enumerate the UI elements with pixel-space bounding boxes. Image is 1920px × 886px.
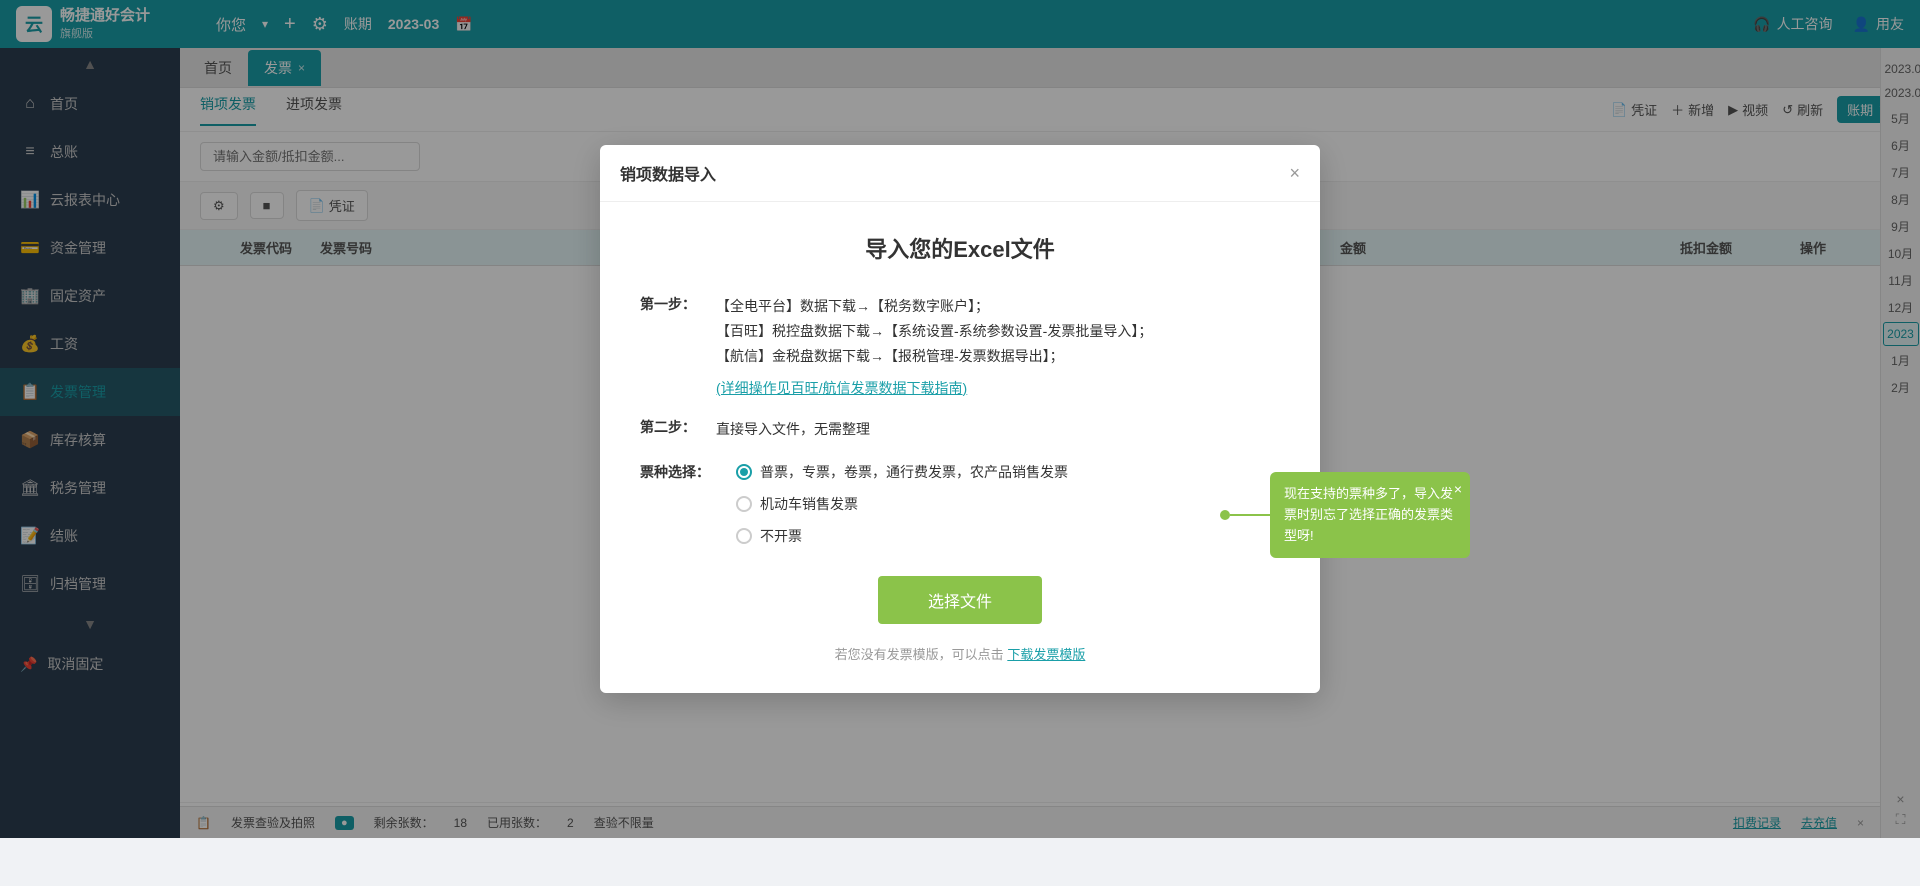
radio-general-circle (736, 464, 752, 480)
step1-line3: 【航信】金税盘数据下载→【报税管理-发票数据导出】； (716, 344, 1152, 369)
download-tip-text: 若您没有发票模版，可以点击 (835, 647, 1004, 662)
radio-noticket-circle (736, 528, 752, 544)
modal-main-title: 导入您的Excel文件 (640, 232, 1280, 264)
tooltip-anchor: 现在支持的票种多了，导入发票时别忘了选择正确的发票类型呀! × (1220, 472, 1470, 558)
radio-noticket-label: 不开票 (760, 526, 802, 546)
radio-group: 普票，专票，卷票，通行费发票，农产品销售发票 机动车销售发票 不开票 (736, 462, 1068, 546)
ticket-label: 票种选择： (640, 462, 720, 482)
radio-motor[interactable]: 机动车销售发票 (736, 494, 1068, 514)
tooltip-bubble: 现在支持的票种多了，导入发票时别忘了选择正确的发票类型呀! × (1270, 472, 1470, 558)
download-template-link[interactable]: 下载发票模版 (1007, 647, 1085, 662)
radio-general-label: 普票，专票，卷票，通行费发票，农产品销售发票 (760, 462, 1068, 482)
step2-content: 直接导入文件，无需整理 (716, 417, 870, 442)
tooltip-dot (1220, 510, 1230, 520)
ticket-row: 票种选择： 普票，专票，卷票，通行费发票，农产品销售发票 机动车销售发票 不开票 (640, 462, 1280, 546)
tooltip-text: 现在支持的票种多了，导入发票时别忘了选择正确的发票类型呀! (1284, 486, 1453, 543)
step1-line1: 【全电平台】数据下载→【税务数字账户】； (716, 294, 1152, 319)
radio-motor-circle (736, 496, 752, 512)
radio-noticket[interactable]: 不开票 (736, 526, 1068, 546)
download-tip: 若您没有发票模版，可以点击 下载发票模版 (640, 644, 1280, 663)
step1-line2: 【百旺】税控盘数据下载→【系统设置-系统参数设置-发票批量导入】； (716, 319, 1152, 344)
modal-overlay[interactable]: 销项数据导入 × 导入您的Excel文件 第一步： 【全电平台】数据下载→【税务… (0, 0, 1920, 838)
radio-motor-label: 机动车销售发票 (760, 494, 858, 514)
step2-row: 第二步： 直接导入文件，无需整理 (640, 417, 1280, 442)
select-file-label: 选择文件 (928, 594, 992, 611)
step1-label: 第一步： (640, 294, 700, 401)
step1-row: 第一步： 【全电平台】数据下载→【税务数字账户】； 【百旺】税控盘数据下载→【系… (640, 294, 1280, 401)
modal-header: 销项数据导入 × (600, 145, 1320, 202)
tooltip-line (1230, 514, 1270, 516)
step2-label: 第二步： (640, 417, 700, 442)
modal-title: 销项数据导入 (620, 161, 716, 185)
select-file-btn[interactable]: 选择文件 (878, 576, 1042, 624)
step1-content: 【全电平台】数据下载→【税务数字账户】； 【百旺】税控盘数据下载→【系统设置-系… (716, 294, 1152, 401)
radio-general[interactable]: 普票，专票，卷票，通行费发票，农产品销售发票 (736, 462, 1068, 482)
modal-body: 导入您的Excel文件 第一步： 【全电平台】数据下载→【税务数字账户】； 【百… (600, 202, 1320, 693)
import-modal: 销项数据导入 × 导入您的Excel文件 第一步： 【全电平台】数据下载→【税务… (600, 145, 1320, 693)
tooltip-close-btn[interactable]: × (1454, 478, 1462, 500)
modal-close-btn[interactable]: × (1289, 163, 1300, 184)
step1-link[interactable]: (详细操作见百旺/航信发票数据下载指南) (716, 380, 967, 396)
